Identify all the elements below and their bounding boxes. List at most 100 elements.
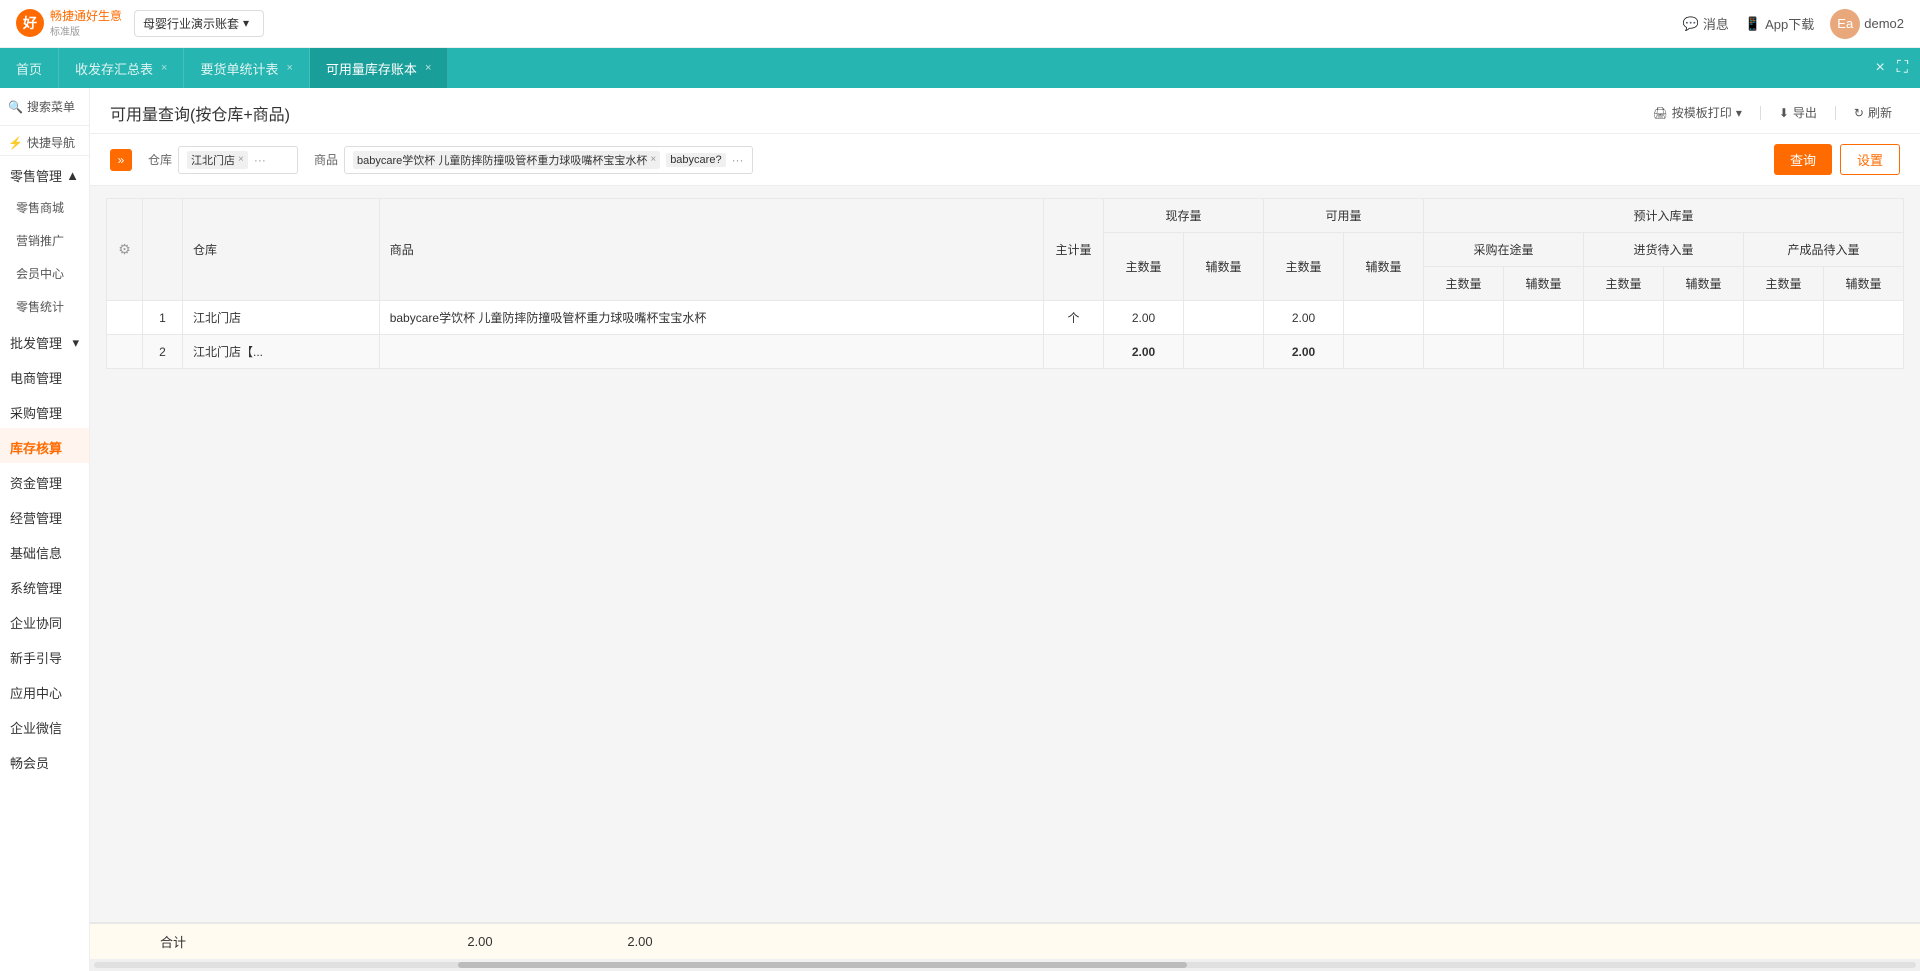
top-bar-left: 好 畅捷通好生意 标准版 母婴行业演示账套 ▾ (16, 9, 264, 38)
th-production-main: 主数量 (1744, 267, 1824, 301)
sidebar-item-retail-mall[interactable]: 零售商城 (0, 191, 89, 224)
row1-warehouse: 江北门店 (183, 301, 380, 335)
sidebar-item-enterprise-collab[interactable]: 企业协同 (0, 603, 89, 638)
row2-production-main (1744, 335, 1824, 369)
sidebar-item-wholesale[interactable]: 批发管理 ▾ (0, 323, 89, 358)
sidebar-item-ecom[interactable]: 电商管理 (0, 358, 89, 393)
row2-available-aux (1344, 335, 1424, 369)
product-input[interactable]: babycare学饮杯 儿童防摔防撞吸管杯重力球吸嘴杯宝宝水杯 × babyca… (344, 146, 753, 174)
sidebar-ecom-label: 电商管理 (10, 368, 62, 387)
tab-receive-summary-label: 收发存汇总表 (75, 59, 153, 78)
settings-icon[interactable]: ⚙ (118, 241, 131, 257)
export-btn[interactable]: ⬇ 导出 (1771, 100, 1825, 125)
sidebar-item-retail[interactable]: 零售管理 ▲ (0, 156, 89, 191)
product-more[interactable]: ··· (732, 153, 744, 167)
filter-bar: » 仓库 江北门店 × ··· 商品 babycare学饮杯 儿童防摔防撞吸管杯… (90, 134, 1920, 186)
scrollbar-area (90, 959, 1920, 971)
user-area[interactable]: Ea demo2 (1830, 9, 1904, 39)
print-label: 按模板打印 (1672, 104, 1732, 121)
tab-available-stock-close[interactable]: × (425, 62, 431, 74)
scrollbar-thumb[interactable] (458, 962, 1187, 968)
sidebar-nav[interactable]: ⚡ 快捷导航 (0, 126, 89, 156)
sidebar-item-enterprise-wechat[interactable]: 企业微信 (0, 708, 89, 743)
sidebar-item-inventory[interactable]: 库存核算 (0, 428, 89, 463)
tab-home[interactable]: 首页 (0, 48, 59, 88)
logo-area: 好 畅捷通好生意 标准版 (16, 9, 122, 38)
warehouse-tag: 江北门店 × (187, 151, 248, 169)
top-bar-right: 💬 消息 📱 App下载 Ea demo2 (1683, 9, 1904, 39)
th-purchase-in-transit: 采购在途量 (1424, 233, 1584, 267)
tab-order-stats-close[interactable]: × (286, 62, 292, 74)
th-current-main: 主数量 (1104, 233, 1184, 301)
tab-fullscreen-btn[interactable]: ⛶ (1897, 59, 1908, 77)
product-tag-1-value: babycare学饮杯 儿童防摔防撞吸管杯重力球吸嘴杯宝宝水杯 (357, 152, 647, 168)
content-area: 可用量查询(按仓库+商品) 🖨 按模板打印 ▾ ⬇ 导出 ↻ 刷新 (90, 88, 1920, 971)
sidebar-search[interactable]: 🔍 搜索菜单 (0, 88, 89, 126)
row1-purchase-transit-aux (1504, 301, 1584, 335)
sidebar-wholesale-label: 批发管理 (10, 333, 62, 352)
warehouse-more[interactable]: ··· (254, 153, 266, 167)
sidebar-item-basic[interactable]: 基础信息 (0, 533, 89, 568)
action-divider-2 (1835, 106, 1836, 120)
sidebar-vip-label: 畅会员 (10, 753, 49, 772)
sidebar-item-vip[interactable]: 畅会员 (0, 743, 89, 778)
sidebar-item-retail-promo[interactable]: 营销推广 (0, 224, 89, 257)
sidebar-item-finance[interactable]: 资金管理 (0, 463, 89, 498)
message-btn[interactable]: 💬 消息 (1683, 14, 1729, 33)
sidebar-retail-arrow: ▲ (66, 168, 79, 183)
sidebar-item-new-guide[interactable]: 新手引导 (0, 638, 89, 673)
th-settings: ⚙ (107, 199, 143, 301)
th-purchase-arriving: 进货待入量 (1584, 233, 1744, 267)
tab-order-stats[interactable]: 要货单统计表 × (184, 48, 309, 88)
product-tag-1-close[interactable]: × (650, 154, 656, 165)
product-tag-1: babycare学饮杯 儿童防摔防撞吸管杯重力球吸嘴杯宝宝水杯 × (353, 151, 660, 169)
tab-bar-actions: × ⛶ (1863, 48, 1920, 88)
scrollbar-track[interactable] (94, 962, 1916, 968)
table-area: ⚙ 仓库 商品 主计量 现存量 (90, 186, 1920, 922)
tab-receive-summary-close[interactable]: × (161, 62, 167, 74)
industry-select[interactable]: 母婴行业演示账套 ▾ (134, 10, 264, 37)
sidebar-item-purchase[interactable]: 采购管理 (0, 393, 89, 428)
expand-btn[interactable]: » (110, 149, 132, 171)
sidebar-item-member-center[interactable]: 会员中心 (0, 257, 89, 290)
sidebar-retail-label: 零售管理 (10, 166, 62, 185)
sidebar-operations-label: 经营管理 (10, 508, 62, 527)
page-actions: 🖨 按模板打印 ▾ ⬇ 导出 ↻ 刷新 (1645, 100, 1900, 125)
table-footer: 合计 2.00 2.00 (90, 922, 1920, 959)
tab-bar: 首页 收发存汇总表 × 要货单统计表 × 可用量库存账本 × × ⛶ (0, 48, 1920, 88)
query-btn[interactable]: 查询 (1774, 144, 1832, 175)
settings-btn[interactable]: 设置 (1840, 144, 1900, 175)
main-layout: 🔍 搜索菜单 ⚡ 快捷导航 零售管理 ▲ 零售商城 营销推广 会员中心 零售统计… (0, 88, 1920, 971)
th-purchase-transit-aux: 辅数量 (1504, 267, 1584, 301)
refresh-btn[interactable]: ↻ 刷新 (1846, 100, 1900, 125)
sidebar-item-system[interactable]: 系统管理 (0, 568, 89, 603)
row2-purchase-transit-aux (1504, 335, 1584, 369)
table-row: 1 江北门店 babycare学饮杯 儿童防摔防撞吸管杯重力球吸嘴杯宝宝水杯 个… (107, 301, 1904, 335)
page-header: 可用量查询(按仓库+商品) 🖨 按模板打印 ▾ ⬇ 导出 ↻ 刷新 (90, 88, 1920, 134)
th-production-pending: 产成品待入量 (1744, 233, 1904, 267)
row2-available-main: 2.00 (1264, 335, 1344, 369)
sidebar-item-operations[interactable]: 经营管理 (0, 498, 89, 533)
export-label: 导出 (1793, 104, 1817, 121)
print-btn[interactable]: 🖨 按模板打印 ▾ (1645, 100, 1750, 125)
row1-product: babycare学饮杯 儿童防摔防撞吸管杯重力球吸嘴杯宝宝水杯 (379, 301, 1043, 335)
tab-available-stock[interactable]: 可用量库存账本 × (310, 48, 448, 88)
tab-close-all-btn[interactable]: × (1875, 59, 1884, 77)
row1-purchase-transit-main (1424, 301, 1504, 335)
th-production-aux: 辅数量 (1824, 267, 1904, 301)
row2-current-main: 2.00 (1104, 335, 1184, 369)
row1-unit: 个 (1044, 301, 1104, 335)
row1-purchase-arrive-aux (1664, 301, 1744, 335)
sidebar-enterprise-wechat-label: 企业微信 (10, 718, 62, 737)
footer-available-main: 2.00 (600, 934, 680, 949)
th-unit: 主计量 (1044, 199, 1104, 301)
row2-purchase-transit-main (1424, 335, 1504, 369)
warehouse-tag-close[interactable]: × (238, 154, 244, 165)
warehouse-input[interactable]: 江北门店 × ··· (178, 146, 298, 174)
tab-receive-summary[interactable]: 收发存汇总表 × (59, 48, 184, 88)
app-download-btn[interactable]: 📱 App下载 (1745, 14, 1814, 33)
sidebar-retail-promo-label: 营销推广 (16, 234, 64, 248)
sidebar-item-app-center[interactable]: 应用中心 (0, 673, 89, 708)
sidebar-item-retail-stats[interactable]: 零售统计 (0, 290, 89, 323)
expand-icon: » (118, 153, 125, 167)
